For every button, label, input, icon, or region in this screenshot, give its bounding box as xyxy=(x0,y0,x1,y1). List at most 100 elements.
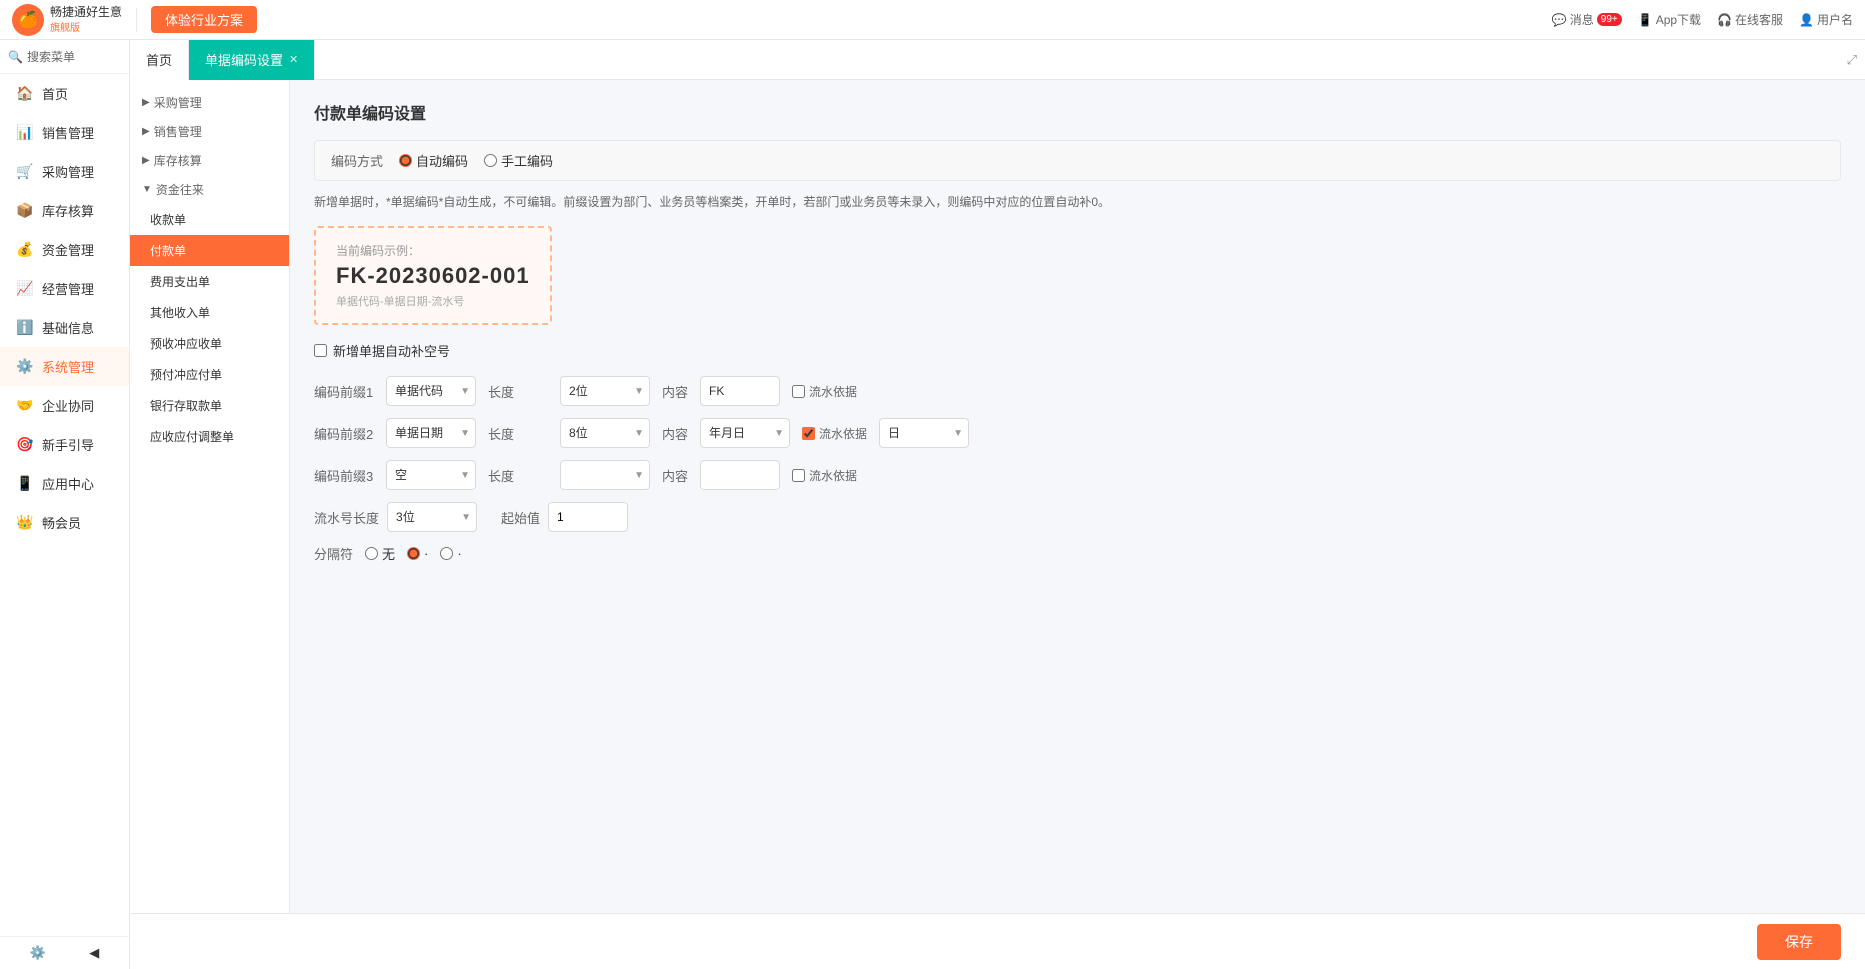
length3-select[interactable] xyxy=(560,460,650,490)
auto-encode-label: 自动编码 xyxy=(416,151,468,170)
prefix3-select[interactable]: 空 xyxy=(386,460,476,490)
logo-text-block: 畅捷通好生意 旗舰版 xyxy=(50,5,122,34)
length2-select[interactable]: 8位 xyxy=(560,418,650,448)
group-sales-title[interactable]: ▶ 销售管理 xyxy=(130,117,289,146)
config-row-1: 编码前缀1 单据代码 ▼ 长度 2位 ▼ 内容 xyxy=(314,376,1841,406)
sidebar-label-home: 首页 xyxy=(42,84,68,103)
sub-item-other-income[interactable]: 其他收入单 xyxy=(130,297,289,328)
sidebar-item-apps[interactable]: 📱 应用中心 xyxy=(0,464,129,503)
hint-text: 新增单据时，*单据编码*自动生成，不可编辑。前缀设置为部门、业务员等档案类，开单… xyxy=(314,193,1841,212)
prefix2-select[interactable]: 单据日期 xyxy=(386,418,476,448)
sub-item-bank[interactable]: 银行存取款单 xyxy=(130,390,289,421)
settings-icon[interactable]: ⚙️ xyxy=(30,945,46,961)
sidebar-item-enterprise[interactable]: 🤝 企业协同 xyxy=(0,386,129,425)
user-avatar[interactable]: 👤 用户名 xyxy=(1799,11,1853,28)
prefix1-label: 编码前缀1 xyxy=(314,382,374,401)
period-select[interactable]: 日 月 年 xyxy=(879,418,969,448)
sidebar-label-purchase: 采购管理 xyxy=(42,162,94,181)
service-label: 在线客服 xyxy=(1735,11,1783,28)
serial-length-item: 流水号长度 3位 ▼ xyxy=(314,502,477,532)
separator-dot-radio[interactable] xyxy=(407,547,420,560)
app-icon: 📱 xyxy=(1638,13,1653,27)
sidebar-item-guide[interactable]: 🎯 新手引导 xyxy=(0,425,129,464)
group-stock-label: 库存核算 xyxy=(154,152,202,169)
separator-dot2-radio[interactable] xyxy=(440,547,453,560)
content1-input[interactable] xyxy=(700,376,780,406)
auto-fill-row: 新增单据自动补空号 xyxy=(314,341,1841,360)
industry-button[interactable]: 体验行业方案 xyxy=(151,6,257,33)
serial-length-select[interactable]: 3位 xyxy=(387,502,477,532)
auto-encode-radio[interactable] xyxy=(399,154,412,167)
prefix1-select[interactable]: 单据代码 xyxy=(386,376,476,406)
sub-item-adjustment[interactable]: 应收应付调整单 xyxy=(130,421,289,452)
sidebar-item-inventory[interactable]: 📦 库存核算 xyxy=(0,191,129,230)
sidebar-item-finance[interactable]: 💰 资金管理 xyxy=(0,230,129,269)
tab-home[interactable]: 首页 xyxy=(130,40,189,80)
topbar-right: 💬 消息 99+ 📱 App下载 🎧 在线客服 👤 用户名 xyxy=(1552,11,1853,28)
finance-icon: 💰 xyxy=(16,241,34,259)
auto-encode-option[interactable]: 自动编码 xyxy=(399,151,468,170)
sub-item-payment[interactable]: 付款单 xyxy=(130,235,289,266)
separator-dot2-option[interactable]: · xyxy=(440,546,461,561)
manual-encode-radio[interactable] xyxy=(484,154,497,167)
start-value-input[interactable] xyxy=(548,502,628,532)
separator-row: 分隔符 无 · · xyxy=(314,544,1841,563)
save-button[interactable]: 保存 xyxy=(1757,924,1841,960)
seq-row: 流水号长度 3位 ▼ 起始值 xyxy=(314,502,1841,532)
encoding-method-label: 编码方式 xyxy=(331,151,383,170)
sidebar-item-purchase[interactable]: 🛒 采购管理 xyxy=(0,152,129,191)
period-select-wrapper: 日 月 年 ▼ xyxy=(879,418,969,448)
tab-encoding-settings[interactable]: 单据编码设置 ✕ xyxy=(189,40,315,80)
separator-dot-option[interactable]: · xyxy=(407,546,428,561)
serial-length-label: 流水号长度 xyxy=(314,508,379,527)
length1-select[interactable]: 2位 xyxy=(560,376,650,406)
sidebar-search[interactable]: 🔍 搜索菜单 xyxy=(0,40,129,74)
sidebar-item-basic[interactable]: ℹ️ 基础信息 xyxy=(0,308,129,347)
tab-close-icon[interactable]: ✕ xyxy=(289,53,298,66)
sidebar-item-operations[interactable]: 📈 经营管理 xyxy=(0,269,129,308)
prefix2-select-wrapper: 单据日期 ▼ xyxy=(386,418,476,448)
prefix2-label: 编码前缀2 xyxy=(314,424,374,443)
sub-item-pre-receipt[interactable]: 预收冲应收单 xyxy=(130,328,289,359)
logo-icon: 🍊 xyxy=(12,4,44,36)
preview-box: 当前编码示例： FK-20230602-001 单据代码-单据日期-流水号 xyxy=(314,226,552,325)
purchase-icon: 🛒 xyxy=(16,163,34,181)
online-service-button[interactable]: 🎧 在线客服 xyxy=(1717,11,1783,28)
sub-item-receipt[interactable]: 收款单 xyxy=(130,204,289,235)
content3-input[interactable] xyxy=(700,460,780,490)
username-label: 用户名 xyxy=(1817,11,1853,28)
separator-none-option[interactable]: 无 xyxy=(365,544,395,563)
tab-expand-icon[interactable]: ⤢ xyxy=(1847,52,1857,68)
sub-content: ▶ 采购管理 ▶ 销售管理 ▶ 库存核算 xyxy=(130,80,1865,913)
sidebar-item-sales[interactable]: 📊 销售管理 xyxy=(0,113,129,152)
guide-icon: 🎯 xyxy=(16,436,34,454)
message-label: 消息 xyxy=(1570,11,1594,28)
serial1-label: 流水依据 xyxy=(809,383,857,400)
manual-encode-label: 手工编码 xyxy=(501,151,553,170)
auto-fill-checkbox[interactable] xyxy=(314,344,327,357)
sub-item-expense[interactable]: 费用支出单 xyxy=(130,266,289,297)
manual-encode-option[interactable]: 手工编码 xyxy=(484,151,553,170)
preview-label: 当前编码示例： xyxy=(336,242,530,259)
sidebar-item-home[interactable]: 🏠 首页 xyxy=(0,74,129,113)
sub-item-pre-payment[interactable]: 预付冲应付单 xyxy=(130,359,289,390)
group-purchase-title[interactable]: ▶ 采购管理 xyxy=(130,88,289,117)
message-button[interactable]: 💬 消息 99+ xyxy=(1552,11,1622,28)
serial3-checkbox[interactable] xyxy=(792,469,805,482)
separator-none-radio[interactable] xyxy=(365,547,378,560)
collapse-icon[interactable]: ◀ xyxy=(89,945,99,961)
serial2-checkbox[interactable] xyxy=(802,427,815,440)
tab-encoding-label: 单据编码设置 xyxy=(205,50,283,69)
sidebar-item-system[interactable]: ⚙️ 系统管理 xyxy=(0,347,129,386)
content2-select[interactable]: 年月日 xyxy=(700,418,790,448)
topbar-left: 🍊 畅捷通好生意 旗舰版 体验行业方案 xyxy=(12,4,257,36)
prefix3-select-wrapper: 空 ▼ xyxy=(386,460,476,490)
app-download-button[interactable]: 📱 App下载 xyxy=(1638,11,1701,28)
separator-none-label: 无 xyxy=(382,544,395,563)
serial1-checkbox[interactable] xyxy=(792,385,805,398)
sidebar-item-member[interactable]: 👑 畅会员 xyxy=(0,503,129,542)
group-capital-title[interactable]: ▼ 资金往来 xyxy=(130,175,289,204)
content1-label: 内容 xyxy=(662,382,688,401)
separator-dot2-label: · xyxy=(457,546,461,561)
group-stock-title[interactable]: ▶ 库存核算 xyxy=(130,146,289,175)
